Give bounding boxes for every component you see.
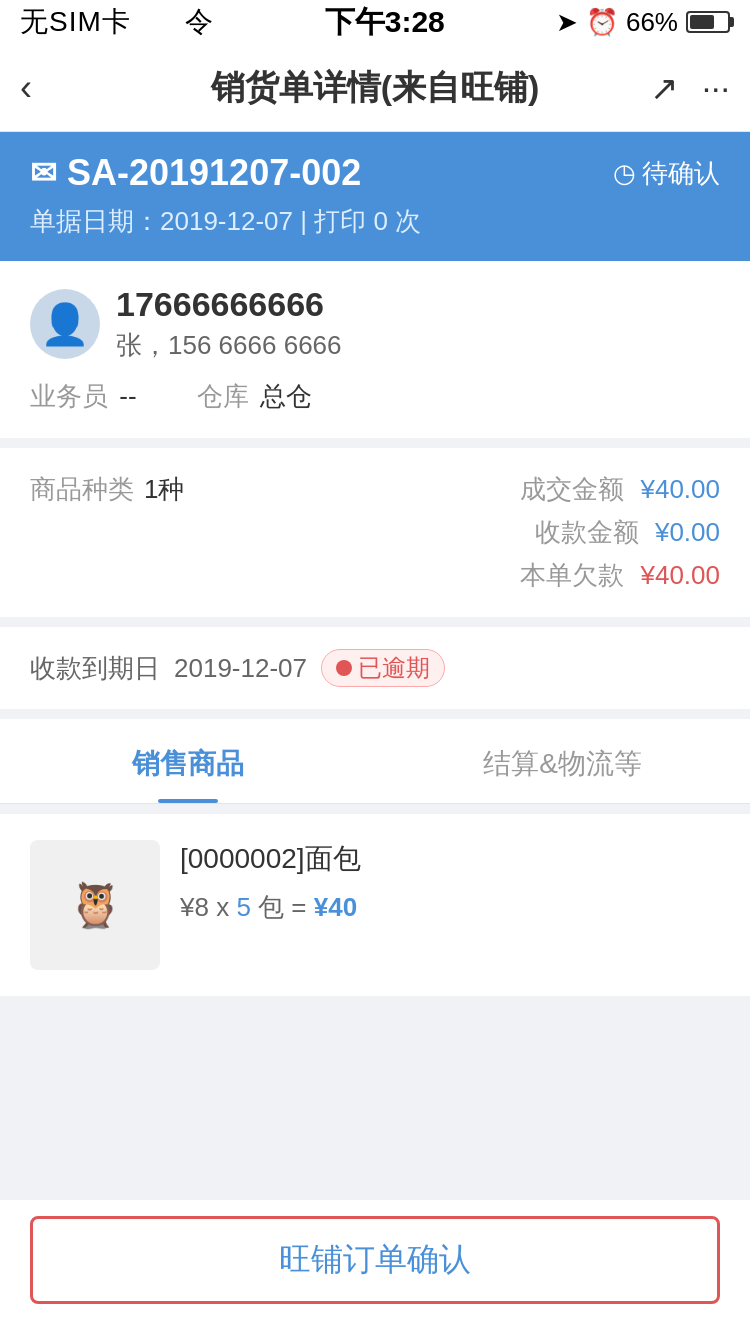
confirm-order-button[interactable]: 旺铺订单确认 (30, 1216, 720, 1304)
nav-actions: ↗ ··· (650, 68, 730, 108)
share-icon[interactable]: ↗ (650, 68, 678, 108)
order-id: ✉ SA-20191207-002 (30, 152, 361, 194)
amounts: 成交金额 ¥40.00 收款金额 ¥0.00 本单欠款 ¥40.00 (520, 472, 720, 593)
product-section: 🦉 [0000002]面包 ¥8 x 5 包 = ¥40 (0, 814, 750, 996)
product-qty: 5 (236, 892, 250, 922)
debt-amount-label: 本单欠款 (520, 558, 624, 593)
deal-amount-value: ¥40.00 (640, 474, 720, 505)
status-right: ➤ ⏰ 66% (556, 7, 730, 38)
tab-settlement-logistics[interactable]: 结算&物流等 (375, 719, 750, 803)
order-icon: ✉ (30, 154, 57, 192)
battery-icon (686, 11, 730, 33)
overdue-dot-icon (336, 660, 352, 676)
bottom-bar: 旺铺订单确认 (0, 1200, 750, 1334)
status-time: 下午3:28 (325, 2, 445, 43)
more-icon[interactable]: ··· (702, 68, 730, 107)
order-date-print: 单据日期：2019-12-07 | 打印 0 次 (30, 204, 720, 239)
tab-sales-products[interactable]: 销售商品 (0, 719, 375, 803)
deal-amount-label: 成交金额 (520, 472, 624, 507)
status-bar: 无SIM卡 令 下午3:28 ➤ ⏰ 66% (0, 0, 750, 44)
avatar: 👤 (30, 289, 100, 359)
nav-bar: ‹ 销货单详情(来自旺铺) ↗ ··· (0, 44, 750, 132)
debt-amount-value: ¥40.00 (640, 560, 720, 591)
alarm-icon: ⏰ (586, 7, 618, 38)
product-thumbnail: 🦉 (30, 840, 160, 970)
salesperson-info: 业务员 -- (30, 379, 137, 414)
content-spacer (0, 996, 750, 1156)
status-clock-icon: ◷ (613, 158, 636, 189)
received-amount-label: 收款金额 (535, 515, 639, 550)
customer-section: 👤 17666666666 张，156 6666 6666 业务员 -- 仓库 … (0, 261, 750, 448)
due-date-value: 2019-12-07 (174, 653, 307, 684)
status-left: 无SIM卡 令 (20, 3, 214, 41)
summary-section: 商品种类 1种 成交金额 ¥40.00 收款金额 ¥0.00 本单欠款 ¥40.… (0, 448, 750, 627)
product-kinds: 商品种类 1种 (30, 472, 184, 507)
location-icon: ➤ (556, 7, 578, 38)
product-info: [0000002]面包 ¥8 x 5 包 = ¥40 (180, 840, 720, 925)
battery-label: 66% (626, 7, 678, 38)
product-total: ¥40 (314, 892, 357, 922)
due-date-section: 收款到期日 2019-12-07 已逾期 (0, 627, 750, 719)
header-card: ✉ SA-20191207-002 ◷ 待确认 单据日期：2019-12-07 … (0, 132, 750, 261)
product-price-detail: ¥8 x 5 包 = ¥40 (180, 890, 720, 925)
customer-phone: 17666666666 (116, 285, 342, 324)
customer-name: 张，156 6666 6666 (116, 328, 342, 363)
overdue-badge: 已逾期 (321, 649, 445, 687)
product-name: [0000002]面包 (180, 840, 720, 878)
received-amount-value: ¥0.00 (655, 517, 720, 548)
due-date-label: 收款到期日 (30, 651, 160, 686)
status-badge: ◷ 待确认 (613, 156, 720, 191)
back-button[interactable]: ‹ (10, 57, 42, 119)
product-image-placeholder: 🦉 (68, 879, 123, 931)
person-icon: 👤 (40, 301, 90, 348)
tabs-bar: 销售商品 结算&物流等 (0, 719, 750, 804)
warehouse-info: 仓库 总仓 (197, 379, 312, 414)
page-title: 销货单详情(来自旺铺) (211, 65, 540, 111)
